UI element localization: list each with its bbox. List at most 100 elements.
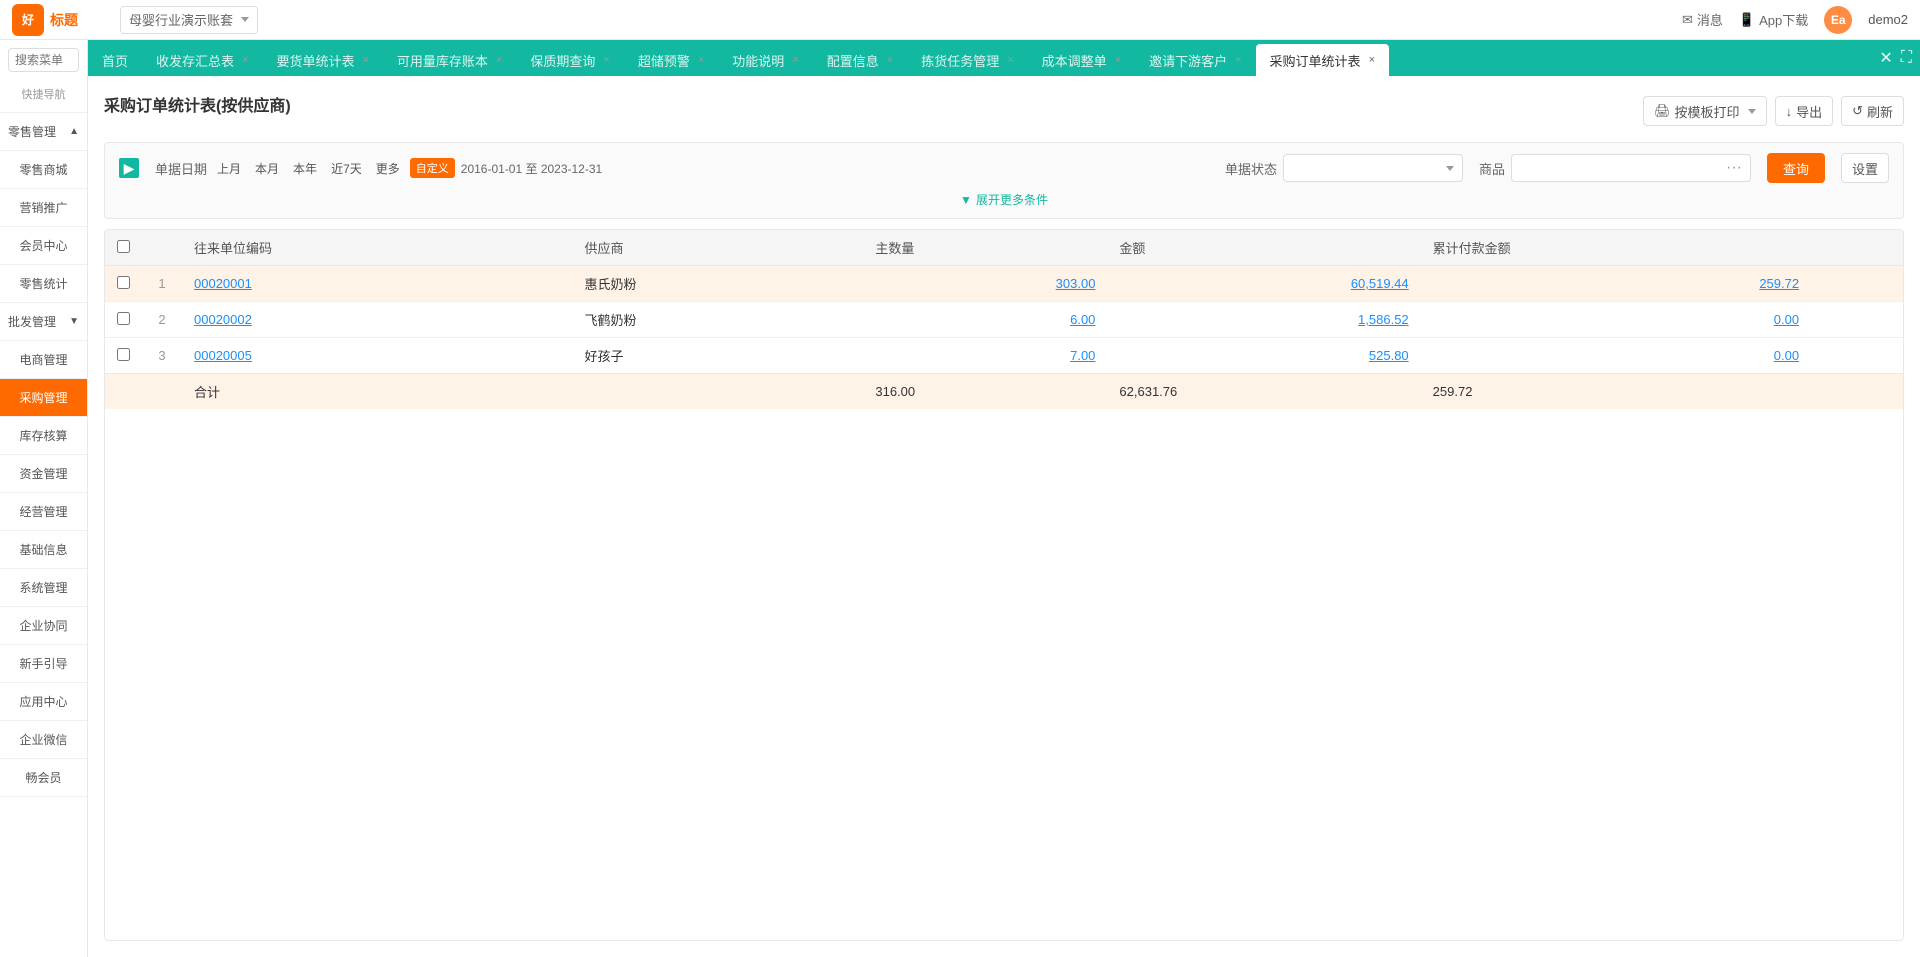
sidebar-item-retail-stats[interactable]: 零售统计 <box>0 265 87 303</box>
row-quantity[interactable]: 7.00 <box>863 338 1107 374</box>
row-checkbox[interactable] <box>117 348 130 361</box>
query-button[interactable]: 查询 <box>1767 153 1825 183</box>
app-download-button[interactable]: 📱 App下载 <box>1739 10 1808 29</box>
date-shortcut-7days[interactable]: 近7天 <box>327 158 366 179</box>
settings-button[interactable]: 设置 <box>1841 153 1889 183</box>
row-code[interactable]: 00020001 <box>182 266 572 302</box>
user-avatar[interactable]: Ea <box>1824 6 1852 34</box>
tab-picking[interactable]: 拣货任务管理 × <box>907 44 1027 76</box>
tab-close-icon[interactable]: × <box>1115 54 1121 66</box>
date-shortcut-this-year[interactable]: 本年 <box>289 158 321 179</box>
sidebar-item-retail-mgmt[interactable]: 零售管理 ▲ <box>0 113 87 151</box>
row-checkbox[interactable] <box>117 276 130 289</box>
col-quantity-header: 主数量 <box>863 230 1107 266</box>
tab-close-window-btn[interactable]: ✕ <box>1879 48 1892 68</box>
select-all-checkbox[interactable] <box>117 240 130 253</box>
date-custom-tag[interactable]: 自定义 <box>410 158 455 178</box>
sidebar-item-system[interactable]: 系统管理 <box>0 569 87 607</box>
tab-close-icon[interactable]: × <box>242 54 248 66</box>
date-shortcuts: 上月 本月 本年 近7天 更多 自定义 <box>213 158 455 179</box>
tab-config-label: 配置信息 <box>827 51 879 70</box>
table-row: 2 00020002 飞鹤奶粉 6.00 1,586.52 0.00 <box>105 302 1903 338</box>
sidebar-item-retail-store[interactable]: 零售商城 <box>0 151 87 189</box>
logo: 好 标题 <box>12 4 100 36</box>
sidebar-item-purchase-mgmt[interactable]: 采购管理 <box>0 379 87 417</box>
tab-feature-desc[interactable]: 功能说明 × <box>718 44 812 76</box>
tab-cost-label: 成本调整单 <box>1042 51 1107 70</box>
filter-toggle-button[interactable]: ▶ <box>119 158 139 178</box>
print-button[interactable]: 🖨 按模板打印 <box>1643 96 1767 126</box>
search-input[interactable] <box>8 48 79 72</box>
tab-requisition[interactable]: 要货单统计表 × <box>262 44 382 76</box>
row-amount[interactable]: 1,586.52 <box>1107 302 1420 338</box>
row-checkbox[interactable] <box>117 312 130 325</box>
sidebar-item-inventory[interactable]: 库存核算 <box>0 417 87 455</box>
row-paid[interactable]: 259.72 <box>1421 266 1811 302</box>
sidebar-item-quick-nav[interactable]: 快捷导航 <box>0 76 87 113</box>
sidebar-item-ecommerce[interactable]: 电商管理 <box>0 341 87 379</box>
tab-expiry-query[interactable]: 保质期查询 × <box>516 44 623 76</box>
tab-close-icon[interactable]: × <box>792 54 798 66</box>
tab-maximize-btn[interactable]: ⛶ <box>1901 49 1912 67</box>
tab-receive-summary[interactable]: 收发存汇总表 × <box>142 44 262 76</box>
user-initial: Ea <box>1831 13 1846 27</box>
sidebar-item-app-center[interactable]: 应用中心 <box>0 683 87 721</box>
export-label: 导出 <box>1796 102 1822 121</box>
tab-close-icon[interactable]: × <box>1235 54 1241 66</box>
tab-invite-customer[interactable]: 邀请下游客户 × <box>1135 44 1255 76</box>
sidebar-item-marketing[interactable]: 营销推广 <box>0 189 87 227</box>
row-supplier: 惠氏奶粉 <box>572 266 863 302</box>
date-shortcut-more[interactable]: 更多 <box>372 158 404 179</box>
sidebar-item-wholesale-mgmt[interactable]: 批发管理 ▼ <box>0 303 87 341</box>
sidebar-item-member[interactable]: 畅会员 <box>0 759 87 797</box>
tab-close-icon[interactable]: × <box>496 54 502 66</box>
date-shortcut-last-month[interactable]: 上月 <box>213 158 245 179</box>
tab-config[interactable]: 配置信息 × <box>813 44 907 76</box>
row-checkbox-cell <box>105 266 142 302</box>
message-button[interactable]: ✉ 消息 <box>1682 10 1723 29</box>
top-bar-right: ✉ 消息 📱 App下载 Ea demo2 <box>1682 6 1908 34</box>
tab-close-icon[interactable]: × <box>887 54 893 66</box>
tab-home[interactable]: 首页 <box>88 44 142 76</box>
row-checkbox-cell <box>105 338 142 374</box>
tab-overstock[interactable]: 超储预警 × <box>624 44 718 76</box>
sidebar-item-new-guide[interactable]: 新手引导 <box>0 645 87 683</box>
row-quantity[interactable]: 6.00 <box>863 302 1107 338</box>
date-range-display: 2016-01-01 至 2023-12-31 <box>461 160 602 177</box>
tab-close-icon[interactable]: × <box>698 54 704 66</box>
tab-close-icon[interactable]: × <box>603 54 609 66</box>
sidebar-item-member-center[interactable]: 会员中心 <box>0 227 87 265</box>
company-selector[interactable]: 母婴行业演示账套 <box>120 6 258 34</box>
footer-extra <box>1811 374 1903 410</box>
row-amount[interactable]: 60,519.44 <box>1107 266 1420 302</box>
goods-label: 商品 <box>1479 159 1505 178</box>
row-code[interactable]: 00020005 <box>182 338 572 374</box>
row-supplier: 飞鹤奶粉 <box>572 302 863 338</box>
row-quantity[interactable]: 303.00 <box>863 266 1107 302</box>
tab-close-active-icon[interactable]: × <box>1369 54 1375 66</box>
export-button[interactable]: ↓ 导出 <box>1775 96 1834 126</box>
tab-purchase-stats[interactable]: 采购订单统计表 × <box>1256 44 1389 76</box>
tab-inventory-book[interactable]: 可用量库存账本 × <box>383 44 516 76</box>
date-shortcut-this-month[interactable]: 本月 <box>251 158 283 179</box>
tab-close-icon[interactable]: × <box>362 54 368 66</box>
status-select[interactable] <box>1283 154 1463 182</box>
sidebar-item-enterprise[interactable]: 企业协同 <box>0 607 87 645</box>
sidebar-item-business-mgmt[interactable]: 经营管理 <box>0 493 87 531</box>
row-paid[interactable]: 0.00 <box>1421 338 1811 374</box>
goods-more-icon[interactable]: ··· <box>1726 159 1742 177</box>
footer-paid: 259.72 <box>1421 374 1811 410</box>
refresh-button[interactable]: ↺ 刷新 <box>1841 96 1904 126</box>
tab-cost-adjust[interactable]: 成本调整单 × <box>1028 44 1135 76</box>
goods-input[interactable]: ··· <box>1511 154 1751 182</box>
row-supplier: 好孩子 <box>572 338 863 374</box>
row-paid[interactable]: 0.00 <box>1421 302 1811 338</box>
expand-more-button[interactable]: ▼ 展开更多条件 <box>960 191 1048 208</box>
sidebar-item-finance[interactable]: 资金管理 <box>0 455 87 493</box>
tab-close-icon[interactable]: × <box>1007 54 1013 66</box>
row-amount[interactable]: 525.80 <box>1107 338 1420 374</box>
data-table: 往来单位编码 供应商 主数量 金额 累计付款金额 <box>105 230 1903 409</box>
sidebar-item-wechat[interactable]: 企业微信 <box>0 721 87 759</box>
sidebar-item-basic-info[interactable]: 基础信息 <box>0 531 87 569</box>
row-code[interactable]: 00020002 <box>182 302 572 338</box>
